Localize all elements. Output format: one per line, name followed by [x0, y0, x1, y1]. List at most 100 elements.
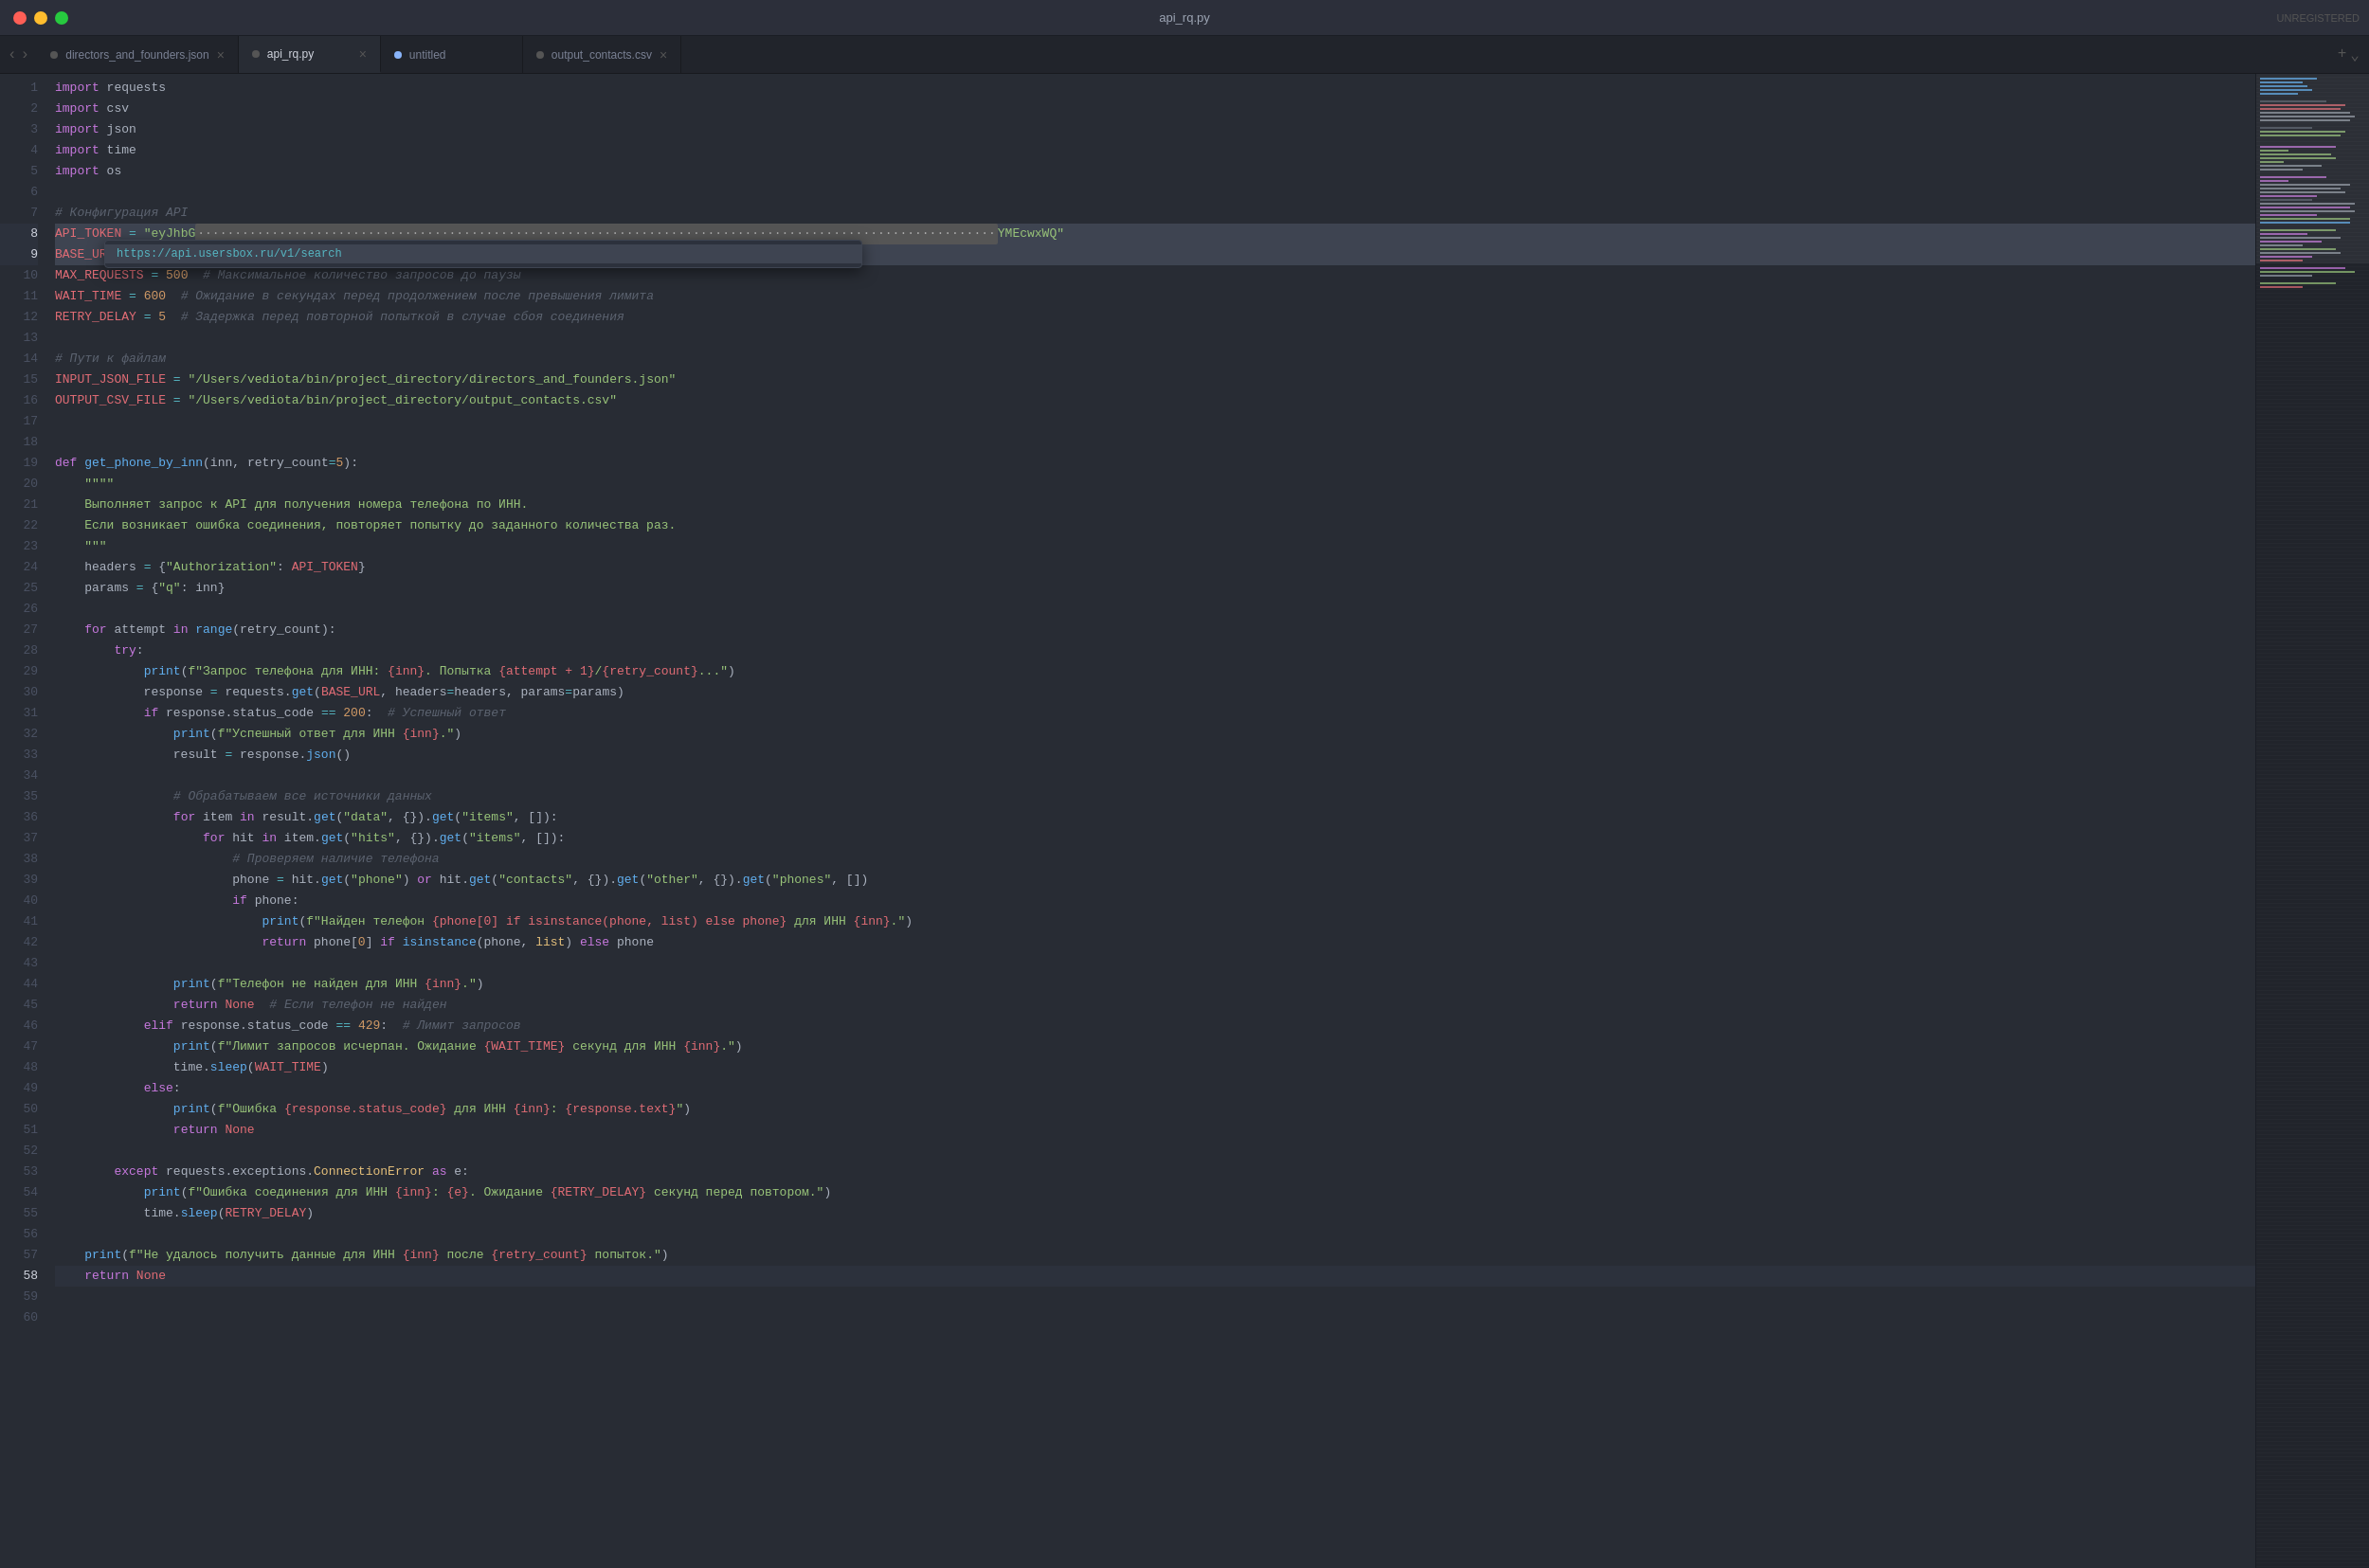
code-line-15: INPUT_JSON_FILE = "/Users/vediota/bin/pr…: [55, 369, 2255, 390]
ln-13: 13: [0, 328, 38, 349]
ln-50: 50: [0, 1099, 38, 1120]
code-line-40: if phone:: [55, 891, 2255, 911]
ln-21: 21: [0, 495, 38, 515]
ln-46: 46: [0, 1016, 38, 1036]
close-button[interactable]: [13, 11, 27, 25]
minimize-button[interactable]: [34, 11, 47, 25]
ln-60: 60: [0, 1307, 38, 1328]
tab-add-icon[interactable]: +: [2338, 45, 2347, 64]
tab-label-directors: directors_and_founders.json: [65, 48, 208, 62]
ln-47: 47: [0, 1036, 38, 1057]
svg-rect-46: [2260, 282, 2336, 284]
code-line-58: return None: [55, 1266, 2255, 1287]
tab-close-output[interactable]: ×: [660, 48, 667, 62]
unregistered-label: UNREGISTERED: [2277, 12, 2360, 24]
code-line-25: params = {"q": inn}: [55, 578, 2255, 599]
tab-forward-icon[interactable]: ›: [21, 46, 30, 63]
ln-45: 45: [0, 995, 38, 1016]
ln-31: 31: [0, 703, 38, 724]
maximize-button[interactable]: [55, 11, 68, 25]
ln-36: 36: [0, 807, 38, 828]
code-line-51: return None: [55, 1120, 2255, 1141]
ln-41: 41: [0, 911, 38, 932]
autocomplete-item-1[interactable]: https://api.usersbox.ru/v1/search: [105, 244, 861, 263]
code-line-18: [55, 432, 2255, 453]
ln-55: 55: [0, 1203, 38, 1224]
code-line-45: return None # Если телефон не найден: [55, 995, 2255, 1016]
tab-output[interactable]: output_contacts.csv ×: [523, 36, 681, 73]
tab-list-icon[interactable]: ⌄: [2350, 45, 2360, 64]
code-line-3: import json: [55, 119, 2255, 140]
ln-33: 33: [0, 745, 38, 766]
ln-19: 19: [0, 453, 38, 474]
code-line-42: return phone[0] if isinstance(phone, lis…: [55, 932, 2255, 953]
code-line-24: headers = {"Authorization": API_TOKEN}: [55, 557, 2255, 578]
tab-bar: ‹ › directors_and_founders.json × api_rq…: [0, 36, 2369, 74]
tab-dot-api-rq: [252, 50, 260, 58]
code-line-59: [55, 1287, 2255, 1307]
ln-5: 5: [0, 161, 38, 182]
code-line-28: try:: [55, 640, 2255, 661]
tab-dot-directors: [50, 51, 58, 59]
code-line-57: print(f"Не удалось получить данные для И…: [55, 1245, 2255, 1266]
ln-32: 32: [0, 724, 38, 745]
code-line-29: print(f"Запрос телефона для ИНН: {inn}. …: [55, 661, 2255, 682]
tab-label-output: output_contacts.csv: [552, 48, 652, 62]
ln-53: 53: [0, 1162, 38, 1182]
ln-29: 29: [0, 661, 38, 682]
code-line-4: import time: [55, 140, 2255, 161]
ln-12: 12: [0, 307, 38, 328]
ln-38: 38: [0, 849, 38, 870]
tab-untitled[interactable]: untitled: [381, 36, 523, 73]
tab-directors[interactable]: directors_and_founders.json ×: [37, 36, 239, 73]
code-line-30: response = requests.get(BASE_URL, header…: [55, 682, 2255, 703]
svg-rect-45: [2260, 275, 2312, 277]
code-line-46: elif response.status_code == 429: # Лими…: [55, 1016, 2255, 1036]
ln-7: 7: [0, 203, 38, 224]
ln-52: 52: [0, 1141, 38, 1162]
tab-back-icon[interactable]: ‹: [8, 46, 17, 63]
svg-rect-43: [2260, 267, 2345, 269]
ln-28: 28: [0, 640, 38, 661]
tab-add-buttons[interactable]: + ⌄: [2338, 45, 2360, 64]
tab-label-untitled: untitled: [409, 48, 446, 62]
ln-10: 10: [0, 265, 38, 286]
tab-api-rq[interactable]: api_rq.py ×: [239, 36, 381, 73]
ln-1: 1: [0, 78, 38, 99]
tab-nav-buttons[interactable]: ‹ ›: [0, 36, 37, 73]
ln-22: 22: [0, 515, 38, 536]
minimap: [2255, 74, 2369, 1568]
ln-35: 35: [0, 786, 38, 807]
code-line-6: [55, 182, 2255, 203]
ln-37: 37: [0, 828, 38, 849]
code-line-38: # Проверяем наличие телефона: [55, 849, 2255, 870]
code-line-34: [55, 766, 2255, 786]
ln-51: 51: [0, 1120, 38, 1141]
code-line-22: Если возникает ошибка соединения, повтор…: [55, 515, 2255, 536]
code-line-27: for attempt in range(retry_count):: [55, 620, 2255, 640]
tab-close-directors[interactable]: ×: [217, 48, 225, 62]
line-number-gutter: 1 2 3 4 5 6 7 8 9 10 11 12 13 14 15 16 1…: [0, 74, 47, 1568]
ln-58: 58: [0, 1266, 38, 1287]
ln-25: 25: [0, 578, 38, 599]
code-line-43: [55, 953, 2255, 974]
tab-close-api-rq[interactable]: ×: [359, 47, 367, 61]
code-line-32: print(f"Успешный ответ для ИНН {inn}."): [55, 724, 2255, 745]
window-controls[interactable]: [13, 11, 68, 25]
ln-2: 2: [0, 99, 38, 119]
code-line-14: # Пути к файлам: [55, 349, 2255, 369]
code-line-39: phone = hit.get("phone") or hit.get("con…: [55, 870, 2255, 891]
code-line-36: for item in result.get("data", {}).get("…: [55, 807, 2255, 828]
code-editor[interactable]: import requests import csv import json i…: [47, 74, 2255, 1568]
tab-label-api-rq: api_rq.py: [267, 47, 314, 61]
code-line-52: [55, 1141, 2255, 1162]
ln-39: 39: [0, 870, 38, 891]
ln-27: 27: [0, 620, 38, 640]
code-line-7: # Конфигурация API: [55, 203, 2255, 224]
code-line-54: print(f"Ошибка соединения для ИНН {inn}:…: [55, 1182, 2255, 1203]
ln-14: 14: [0, 349, 38, 369]
code-line-1: import requests: [55, 78, 2255, 99]
ln-48: 48: [0, 1057, 38, 1078]
code-line-33: result = response.json(): [55, 745, 2255, 766]
autocomplete-overlay: https://api.usersbox.ru/v1/search: [104, 240, 862, 268]
